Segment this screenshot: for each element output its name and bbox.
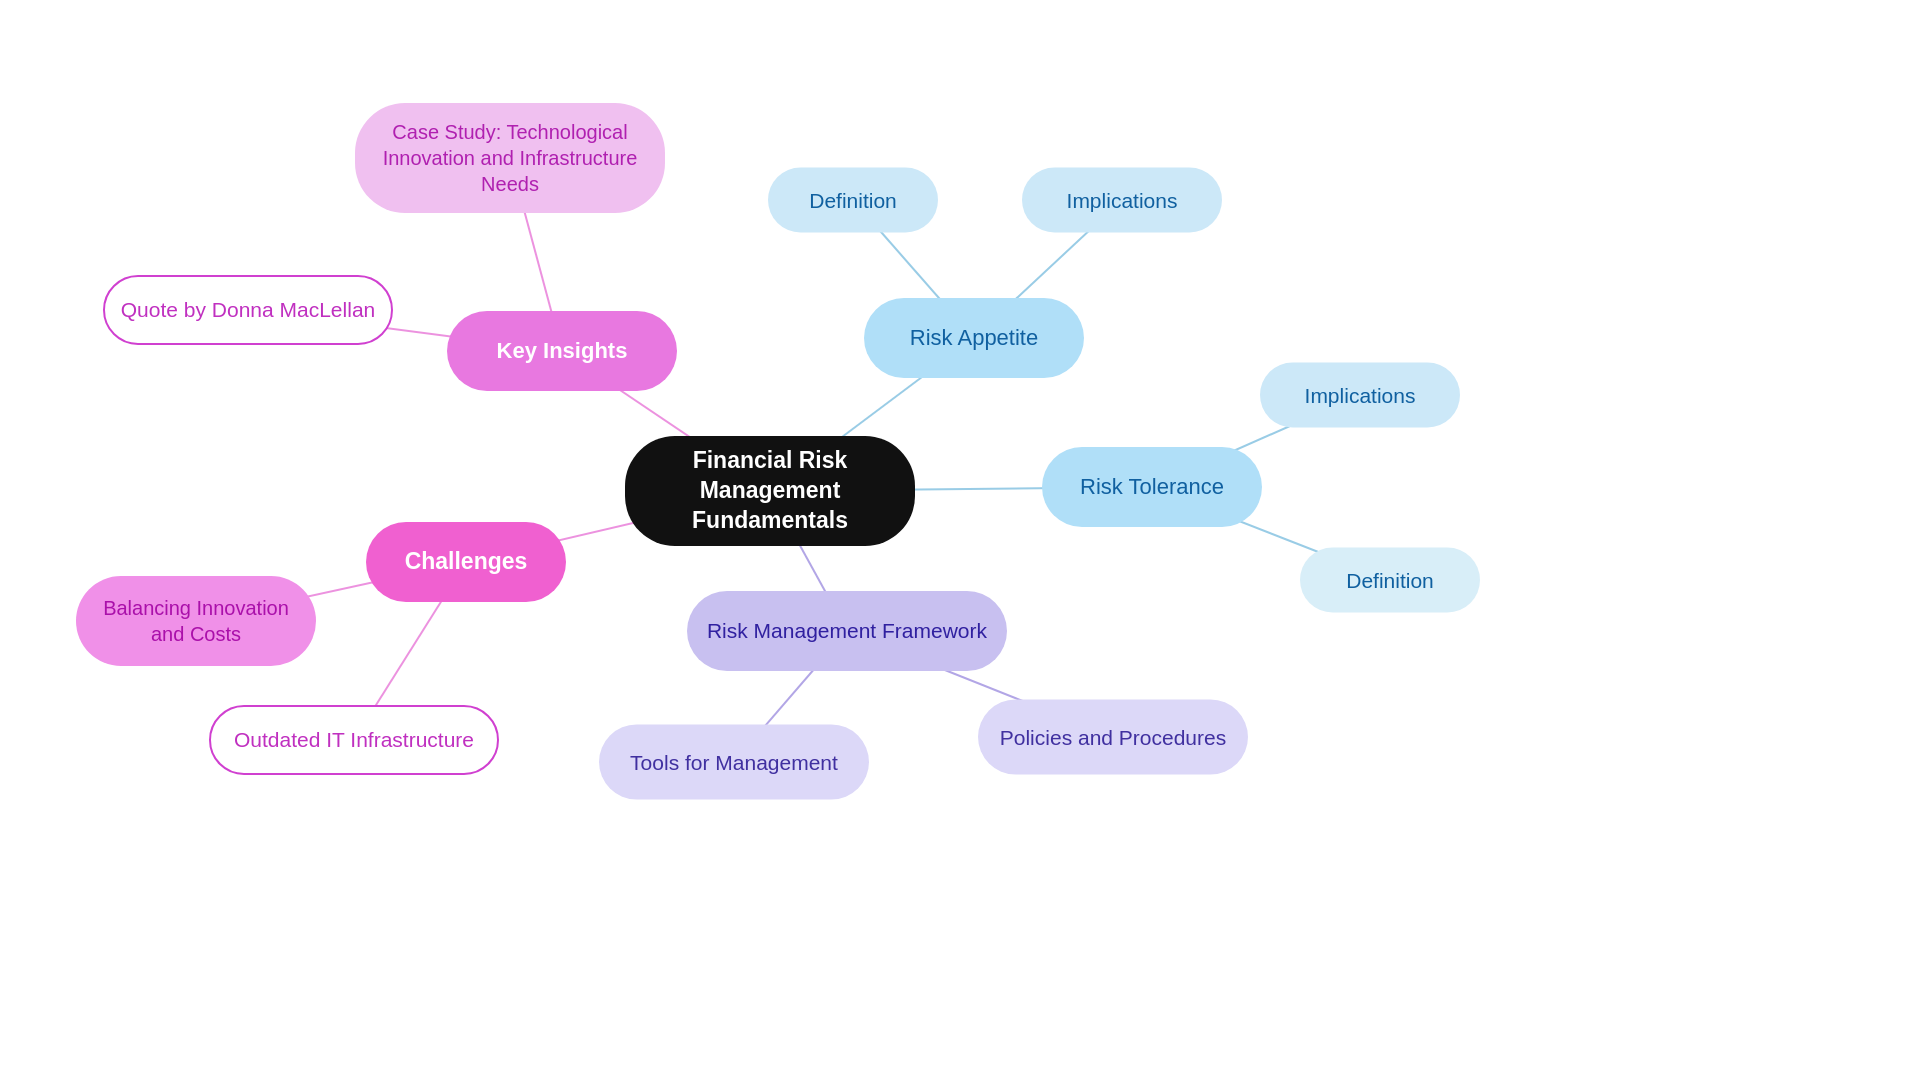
node-key_insights[interactable]: Key Insights [447,311,677,391]
node-balancing[interactable]: Balancing Innovation and Costs [76,576,316,666]
node-label-key_insights: Key Insights [487,337,638,366]
node-definition_1[interactable]: Definition [768,168,938,233]
node-label-implications_2: Implications [1295,381,1426,408]
node-quote[interactable]: Quote by Donna MacLellan [103,275,393,345]
node-label-center: Financial Risk Management Fundamentals [625,446,915,536]
node-label-outdated: Outdated IT Infrastructure [224,726,484,753]
node-tools[interactable]: Tools for Management [599,725,869,800]
node-label-risk_tolerance: Risk Tolerance [1070,473,1234,502]
node-case_study[interactable]: Case Study: Technological Innovation and… [355,103,665,213]
node-label-risk_appetite: Risk Appetite [900,324,1048,353]
node-risk_appetite[interactable]: Risk Appetite [864,298,1084,378]
node-implications_2[interactable]: Implications [1260,363,1460,428]
node-definition_2[interactable]: Definition [1300,548,1480,613]
node-challenges[interactable]: Challenges [366,522,566,602]
node-label-risk_framework: Risk Management Framework [697,617,997,644]
node-risk_framework[interactable]: Risk Management Framework [687,591,1007,671]
node-label-implications_1: Implications [1057,186,1188,213]
node-implications_1[interactable]: Implications [1022,168,1222,233]
node-label-case_study: Case Study: Technological Innovation and… [355,119,665,197]
node-risk_tolerance[interactable]: Risk Tolerance [1042,447,1262,527]
node-label-quote: Quote by Donna MacLellan [111,296,386,323]
node-center[interactable]: Financial Risk Management Fundamentals [625,436,915,546]
node-label-tools: Tools for Management [620,748,848,775]
node-label-definition_2: Definition [1336,566,1444,593]
node-label-balancing: Balancing Innovation and Costs [76,595,316,647]
node-outdated[interactable]: Outdated IT Infrastructure [209,705,499,775]
node-policies[interactable]: Policies and Procedures [978,700,1248,775]
node-label-challenges: Challenges [395,547,538,577]
node-label-policies: Policies and Procedures [990,723,1236,750]
node-label-definition_1: Definition [799,186,907,213]
mindmap-connections [0,0,1920,1083]
